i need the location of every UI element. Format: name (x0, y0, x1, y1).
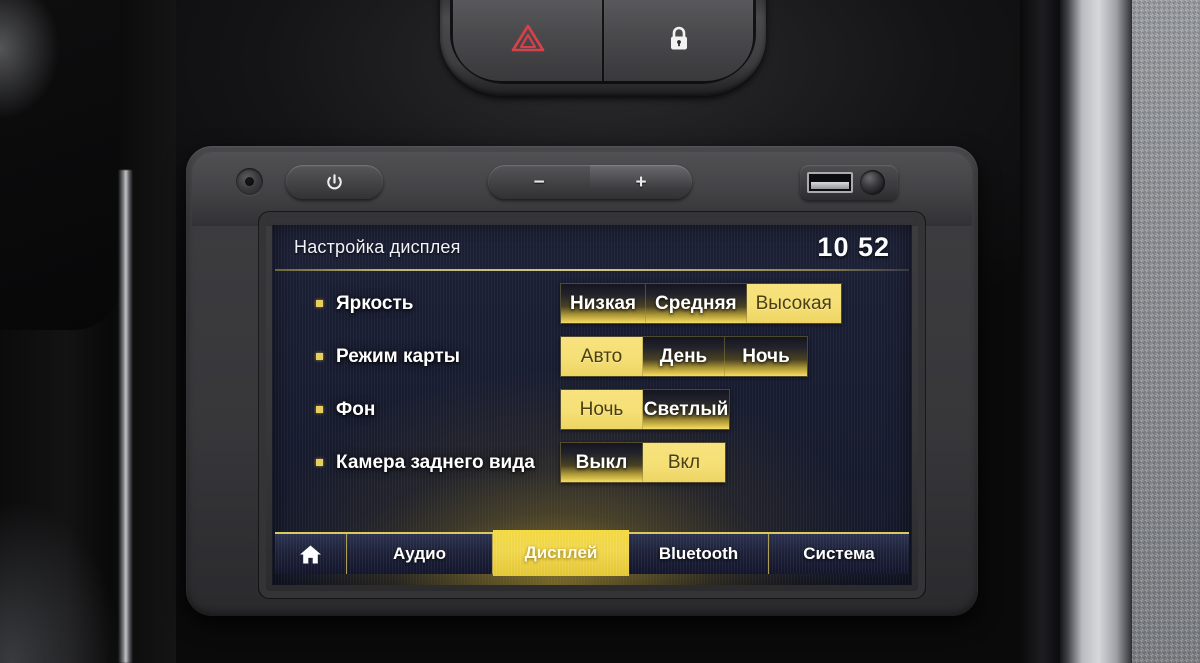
setting-label-brightness: Яркость (336, 292, 414, 314)
tab-display[interactable]: Дисплей (493, 530, 629, 576)
right-textured-panel (1132, 0, 1200, 663)
segmented-control-map-mode[interactable]: Авто День Ночь (560, 336, 808, 377)
top-left-highlight (0, 0, 60, 120)
option-map-night[interactable]: Ночь (725, 337, 807, 376)
volume-rocker[interactable]: − + (488, 165, 692, 199)
ir-sensor-icon (236, 168, 263, 195)
tab-system[interactable]: Система (769, 534, 909, 574)
settings-list: Яркость Низкая Средняя Высокая Режим кар… (272, 277, 912, 489)
segmented-control-rear-camera[interactable]: Выкл Вкл (560, 442, 726, 483)
bullet-icon (316, 353, 323, 360)
option-map-day[interactable]: День (643, 337, 725, 376)
bottom-tab-bar: Аудио Дисплей Bluetooth Система (275, 530, 909, 576)
tab-bluetooth[interactable]: Bluetooth (629, 534, 769, 574)
option-background-night[interactable]: Ночь (561, 390, 643, 429)
bullet-icon (316, 406, 323, 413)
hazard-button[interactable] (453, 0, 602, 81)
option-map-auto[interactable]: Авто (561, 337, 643, 376)
media-port-plate (800, 165, 898, 200)
option-brightness-medium[interactable]: Средняя (646, 284, 747, 323)
right-silver-trim (1060, 0, 1134, 663)
power-button[interactable] (286, 165, 383, 199)
hazard-lock-button-pod (440, 0, 766, 96)
lcd-screen[interactable]: Настройка дисплея 10 52 Яркость Низкая С… (272, 225, 912, 585)
clock-display: 10 52 (817, 231, 890, 262)
setting-label-rear-camera: Камера заднего вида (336, 451, 535, 473)
option-brightness-high[interactable]: Высокая (746, 284, 841, 323)
segmented-control-background[interactable]: Ночь Светлый (560, 389, 730, 430)
option-camera-on[interactable]: Вкл (643, 443, 725, 482)
screen-header: Настройка дисплея 10 52 (272, 225, 912, 269)
volume-up-button[interactable]: + (590, 165, 692, 199)
bullet-icon (316, 459, 323, 466)
bullet-icon (316, 300, 323, 307)
lock-icon (670, 26, 687, 49)
setting-row-rear-camera: Камера заднего вида Выкл Вкл (272, 436, 912, 489)
page-title: Настройка дисплея (294, 236, 461, 257)
header-divider (275, 269, 909, 271)
tab-audio[interactable]: Аудио (347, 534, 493, 574)
power-icon (327, 173, 342, 189)
screenshot-root: − + Настройка дисплея 10 52 Яркость Низк… (0, 0, 1200, 663)
option-background-light[interactable]: Светлый (643, 390, 729, 429)
hazard-triangle-icon (511, 24, 544, 52)
setting-label-background: Фон (336, 398, 376, 420)
option-camera-off[interactable]: Выкл (561, 443, 643, 482)
pod-inner (450, 0, 756, 84)
setting-row-brightness: Яркость Низкая Средняя Высокая (272, 277, 912, 330)
left-chrome-strip (118, 170, 133, 663)
setting-row-background: Фон Ночь Светлый (272, 383, 912, 436)
volume-down-button[interactable]: − (488, 165, 590, 199)
usb-port-icon[interactable] (807, 172, 853, 193)
right-console-gap (1020, 0, 1060, 663)
bottom-left-highlight (0, 503, 120, 663)
segmented-control-brightness[interactable]: Низкая Средняя Высокая (560, 283, 842, 324)
setting-label-map-mode: Режим карты (336, 345, 460, 367)
setting-row-map-mode: Режим карты Авто День Ночь (272, 330, 912, 383)
home-icon (300, 545, 321, 563)
option-brightness-low[interactable]: Низкая (561, 284, 647, 323)
tab-home[interactable] (275, 534, 347, 574)
central-lock-button[interactable] (604, 0, 753, 81)
aux-jack-icon[interactable] (860, 170, 885, 195)
